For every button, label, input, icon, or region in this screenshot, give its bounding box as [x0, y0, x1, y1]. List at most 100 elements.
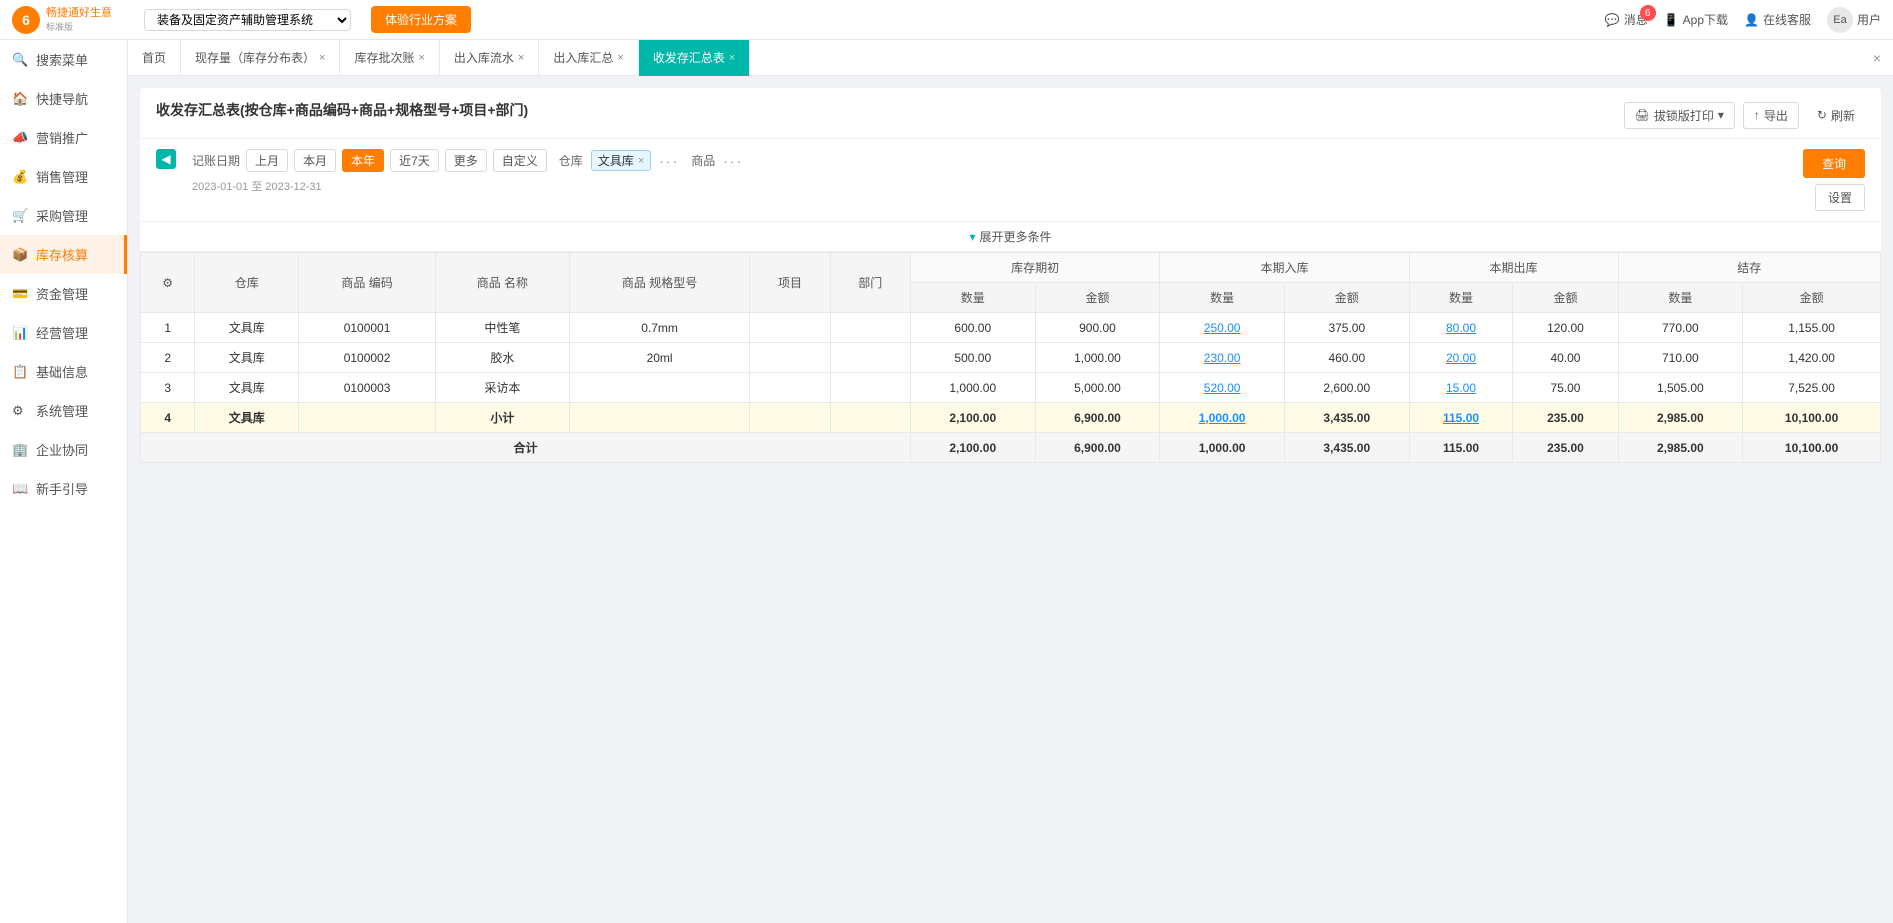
date-btn-this-month[interactable]: 本月: [294, 149, 336, 172]
sidebar-item-enterprise[interactable]: 🏢 企业协同: [0, 430, 127, 469]
sidebar-item-operations[interactable]: 📊 经营管理: [0, 313, 127, 352]
sidebar-item-guide[interactable]: 📖 新手引导: [0, 469, 127, 508]
print-icon: 🖨: [1635, 108, 1650, 122]
table-row: 4文具库小计2,100.006,900.001,000.003,435.0011…: [141, 403, 1881, 433]
footer-out-amt: 235.00: [1513, 433, 1618, 463]
user-avatar: Ea: [1827, 7, 1853, 33]
tab-close-io-summary[interactable]: ×: [617, 52, 623, 64]
row-out-qty[interactable]: 20.00: [1409, 343, 1513, 373]
online-service-group[interactable]: 👤 在线客服: [1744, 11, 1811, 28]
sidebar-item-finance[interactable]: 💳 资金管理: [0, 274, 127, 313]
trial-button[interactable]: 体验行业方案: [371, 6, 471, 33]
row-in-qty[interactable]: 1,000.00: [1160, 403, 1285, 433]
message-group[interactable]: 💬 消息 6: [1605, 11, 1648, 28]
row-out-amt: 120.00: [1513, 313, 1618, 343]
logo-text: 畅捷通好生意: [46, 6, 112, 20]
tab-io-summary[interactable]: 出入库汇总 ×: [539, 40, 638, 76]
header-right: 💬 消息 6 📱 App下载 👤 在线客服 Ea 用户: [1605, 7, 1881, 33]
warehouse-label: 仓库: [559, 152, 583, 169]
goods-more-btn[interactable]: ···: [723, 153, 743, 169]
sales-icon: 💰: [12, 169, 28, 185]
goods-filter-group: 商品 ···: [691, 152, 743, 169]
main-table: ⚙ 仓库 商品 编码 商品 名称 商品 规格型号 项目 部门 库存期初 本: [140, 252, 1881, 463]
col-goods-code-header: 商品 编码: [299, 253, 436, 313]
date-btn-this-year[interactable]: 本年: [342, 149, 384, 172]
user-group[interactable]: Ea 用户: [1827, 7, 1881, 33]
row-open-qty: 500.00: [910, 343, 1035, 373]
row-out-amt: 40.00: [1513, 343, 1618, 373]
expand-more-label: 展开更多条件: [980, 228, 1052, 245]
col-open-amt-header: 金额: [1035, 283, 1160, 313]
table-row: 2文具库0100002胶水20ml500.001,000.00230.00460…: [141, 343, 1881, 373]
tab-bar-close[interactable]: ×: [1861, 50, 1893, 66]
date-range-display: 2023-01-01 至 2023-12-31: [192, 178, 1787, 194]
sidebar-item-marketing[interactable]: 📣 营销推广: [0, 118, 127, 157]
row-in-qty[interactable]: 250.00: [1160, 313, 1285, 343]
row-out-qty[interactable]: 115.00: [1409, 403, 1513, 433]
collapse-arrow[interactable]: ◀: [156, 149, 176, 169]
tab-close-stock-dist[interactable]: ×: [319, 52, 325, 64]
tab-close-batch-ledger[interactable]: ×: [418, 52, 424, 64]
row-warehouse: 文具库: [195, 373, 299, 403]
col-settings-header[interactable]: ⚙: [141, 253, 195, 313]
download-icon: 📱: [1664, 13, 1679, 27]
tab-bar: 首页 现存量（库存分布表） × 库存批次账 × 出入库流水 × 出入库汇总 ×: [128, 40, 1893, 76]
row-close-qty: 710.00: [1618, 343, 1743, 373]
row-seq: 1: [141, 313, 195, 343]
tab-recv-send-summary[interactable]: 收发存汇总表 ×: [639, 40, 750, 76]
footer-open-qty: 2,100.00: [910, 433, 1035, 463]
sidebar-item-inventory[interactable]: 📦 库存核算: [0, 235, 127, 274]
row-in-qty[interactable]: 520.00: [1160, 373, 1285, 403]
date-btn-custom[interactable]: 自定义: [493, 149, 547, 172]
sidebar-item-system[interactable]: ⚙ 系统管理: [0, 391, 127, 430]
footer-open-amt: 6,900.00: [1035, 433, 1160, 463]
sidebar-item-search[interactable]: 🔍 搜索菜单: [0, 40, 127, 79]
sidebar-item-sales[interactable]: 💰 销售管理: [0, 157, 127, 196]
refresh-button[interactable]: ↻ 刷新: [1807, 103, 1865, 128]
sidebar-item-quicknav[interactable]: 🏠 快捷导航: [0, 79, 127, 118]
row-in-qty[interactable]: 230.00: [1160, 343, 1285, 373]
enterprise-icon: 🏢: [12, 442, 28, 458]
date-btn-more[interactable]: 更多: [445, 149, 487, 172]
row-seq: 3: [141, 373, 195, 403]
app-download-group[interactable]: 📱 App下载: [1664, 11, 1728, 28]
print-button[interactable]: 🖨 拔锁版打印 ▾: [1624, 102, 1735, 129]
expand-more-row[interactable]: ▾ 展开更多条件: [140, 222, 1881, 252]
row-close-amt: 7,525.00: [1743, 373, 1881, 403]
sidebar-item-basic-info[interactable]: 📋 基础信息: [0, 352, 127, 391]
row-code: [299, 403, 436, 433]
table-wrap: ⚙ 仓库 商品 编码 商品 名称 商品 规格型号 项目 部门 库存期初 本: [140, 252, 1881, 463]
row-seq: 4: [141, 403, 195, 433]
tab-close-io-flow[interactable]: ×: [518, 52, 524, 64]
row-project: [750, 313, 830, 343]
tab-stock-dist[interactable]: 现存量（库存分布表） ×: [181, 40, 340, 76]
tab-io-flow[interactable]: 出入库流水 ×: [440, 40, 539, 76]
export-button[interactable]: ↑ 导出: [1743, 102, 1799, 129]
col-in-amt-header: 金额: [1284, 283, 1409, 313]
tab-close-recv-send[interactable]: ×: [729, 52, 735, 64]
search-icon: 🔍: [12, 52, 28, 68]
chevron-down-icon: ▾: [1718, 108, 1724, 122]
system-title-select[interactable]: 装备及固定资产辅助管理系统: [144, 9, 351, 31]
warehouse-more-btn[interactable]: ···: [659, 153, 679, 169]
col-in-qty-header: 数量: [1160, 283, 1285, 313]
row-spec: [569, 373, 750, 403]
row-open-qty: 1,000.00: [910, 373, 1035, 403]
col-project-header: 项目: [750, 253, 830, 313]
sidebar-item-purchase[interactable]: 🛒 采购管理: [0, 196, 127, 235]
row-out-qty[interactable]: 15.00: [1409, 373, 1513, 403]
row-warehouse: 文具库: [195, 313, 299, 343]
tab-home[interactable]: 首页: [128, 40, 181, 76]
warehouse-tag-close[interactable]: ×: [638, 155, 644, 167]
row-name: 中性笔: [436, 313, 570, 343]
tab-batch-ledger[interactable]: 库存批次账 ×: [340, 40, 439, 76]
query-button[interactable]: 查询: [1803, 149, 1865, 178]
date-btn-7days[interactable]: 近7天: [390, 149, 439, 172]
footer-in-qty: 1,000.00: [1160, 433, 1285, 463]
col-goods-spec-header: 商品 规格型号: [569, 253, 750, 313]
row-spec: 20ml: [569, 343, 750, 373]
settings-button[interactable]: 设置: [1815, 184, 1865, 211]
table-footer-row: 合计 2,100.00 6,900.00 1,000.00 3,435.00 1…: [141, 433, 1881, 463]
date-btn-last-month[interactable]: 上月: [246, 149, 288, 172]
row-out-qty[interactable]: 80.00: [1409, 313, 1513, 343]
